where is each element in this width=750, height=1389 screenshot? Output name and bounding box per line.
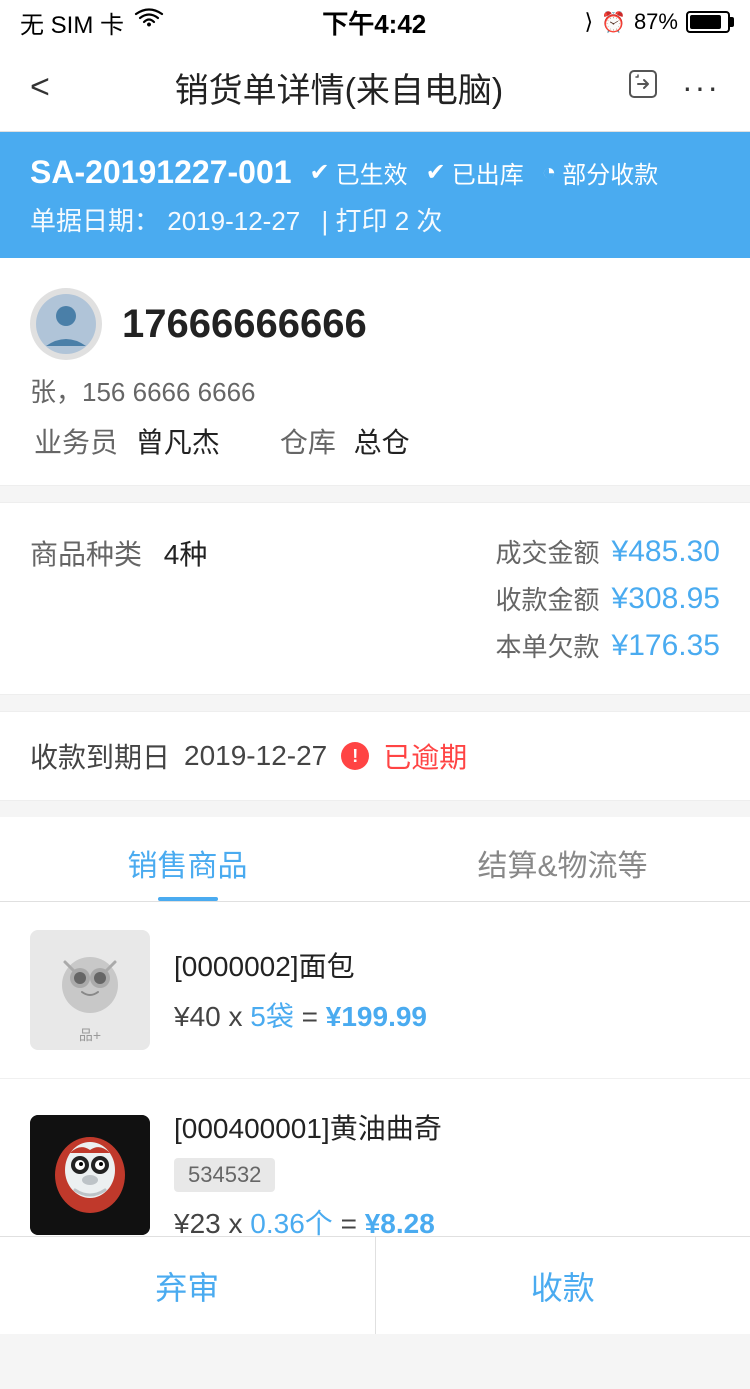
- status-right: ⟩ ⏰ 87%: [584, 9, 730, 35]
- nav-actions: ···: [628, 69, 720, 106]
- stats-section: 商品种类 4种 成交金额 ¥485.30 收款金额 ¥308.95 本单欠款 ¥…: [0, 502, 750, 695]
- product-name-2: [000400001]黄油曲奇: [174, 1107, 720, 1147]
- nav-bar: < 销货单详情(来自电脑) ···: [0, 44, 750, 132]
- staff-info: 业务员 曾凡杰: [34, 421, 220, 461]
- status-time: 下午4:42: [322, 4, 426, 41]
- share-icon[interactable]: [628, 69, 658, 106]
- product-info-2: [000400001]黄油曲奇 534532 ¥23 x 0.36个 = ¥8.…: [174, 1107, 720, 1242]
- status-badge-shipped: ✔ 已出库: [426, 155, 524, 190]
- customer-card: 17666666666 张，156 6666 6666 业务员 曾凡杰 仓库 总…: [0, 258, 750, 486]
- tabs: 销售商品 结算&物流等: [0, 817, 750, 902]
- product-batch-badge: 534532: [174, 1158, 275, 1192]
- overdue-icon: !: [341, 742, 369, 770]
- tab-products[interactable]: 销售商品: [0, 817, 375, 901]
- receive-amount-row: 收款金额 ¥308.95: [496, 580, 720, 617]
- location-icon: ⟩: [584, 9, 593, 35]
- product-list: 品+ [0000002]面包 ¥40 x 5袋 = ¥199.99: [0, 902, 750, 1291]
- abandon-review-button[interactable]: 弃审: [0, 1237, 376, 1334]
- check-icon: ✔: [310, 158, 330, 187]
- customer-name-phone: 张，156 6666 6666: [30, 372, 720, 409]
- order-date: 单据日期： 2019-12-27 | 打印 2 次: [30, 201, 720, 238]
- check-icon-2: ✔: [426, 158, 446, 187]
- product-name: [0000002]面包: [174, 945, 720, 985]
- back-button[interactable]: <: [30, 68, 50, 107]
- no-sim-label: 无 SIM 卡: [20, 5, 124, 40]
- order-id: SA-20191227-001: [30, 154, 292, 191]
- product-item: 品+ [0000002]面包 ¥40 x 5袋 = ¥199.99: [0, 902, 750, 1079]
- debt-amount-row: 本单欠款 ¥176.35: [496, 627, 720, 664]
- bottom-bar: 弃审 收款: [0, 1236, 750, 1334]
- status-badge-active: ✔ 已生效: [310, 155, 408, 190]
- product-thumbnail-2: [30, 1115, 150, 1235]
- battery-icon: [686, 11, 730, 33]
- clock-icon: ◔: [542, 159, 557, 187]
- customer-details: 业务员 曾凡杰 仓库 总仓: [30, 421, 720, 461]
- product-thumbnail: 品+: [30, 930, 150, 1050]
- due-date-section: 收款到期日 2019-12-27 ! 已逾期: [0, 711, 750, 801]
- order-header: SA-20191227-001 ✔ 已生效 ✔ 已出库 ◔ 部分收款 单据日期：…: [0, 132, 750, 258]
- more-icon[interactable]: ···: [682, 69, 720, 106]
- amount-stats: 成交金额 ¥485.30 收款金额 ¥308.95 本单欠款 ¥176.35: [496, 533, 720, 664]
- avatar: [30, 288, 102, 360]
- status-left: 无 SIM 卡: [20, 5, 164, 40]
- deal-amount-row: 成交金额 ¥485.30: [496, 533, 720, 570]
- owl-image: [30, 1115, 150, 1235]
- collect-payment-button[interactable]: 收款: [376, 1237, 750, 1334]
- battery-percent: 87%: [634, 9, 678, 35]
- alarm-icon: ⏰: [601, 10, 626, 35]
- overdue-text: 已逾期: [383, 736, 467, 776]
- tab-settlement[interactable]: 结算&物流等: [375, 817, 750, 901]
- wifi-icon: [134, 8, 164, 37]
- product-price: ¥40 x 5袋 = ¥199.99: [174, 995, 720, 1035]
- page-title: 销货单详情(来自电脑): [175, 63, 504, 112]
- status-badge-partial: ◔ 部分收款: [542, 155, 659, 190]
- customer-phone: 17666666666: [122, 302, 367, 347]
- status-bar: 无 SIM 卡 下午4:42 ⟩ ⏰ 87%: [0, 0, 750, 44]
- product-info: [0000002]面包 ¥40 x 5袋 = ¥199.99: [174, 945, 720, 1035]
- svg-text:品+: 品+: [79, 1027, 101, 1043]
- category-stats: 商品种类 4种: [30, 533, 207, 573]
- warehouse-info: 仓库 总仓: [280, 421, 410, 461]
